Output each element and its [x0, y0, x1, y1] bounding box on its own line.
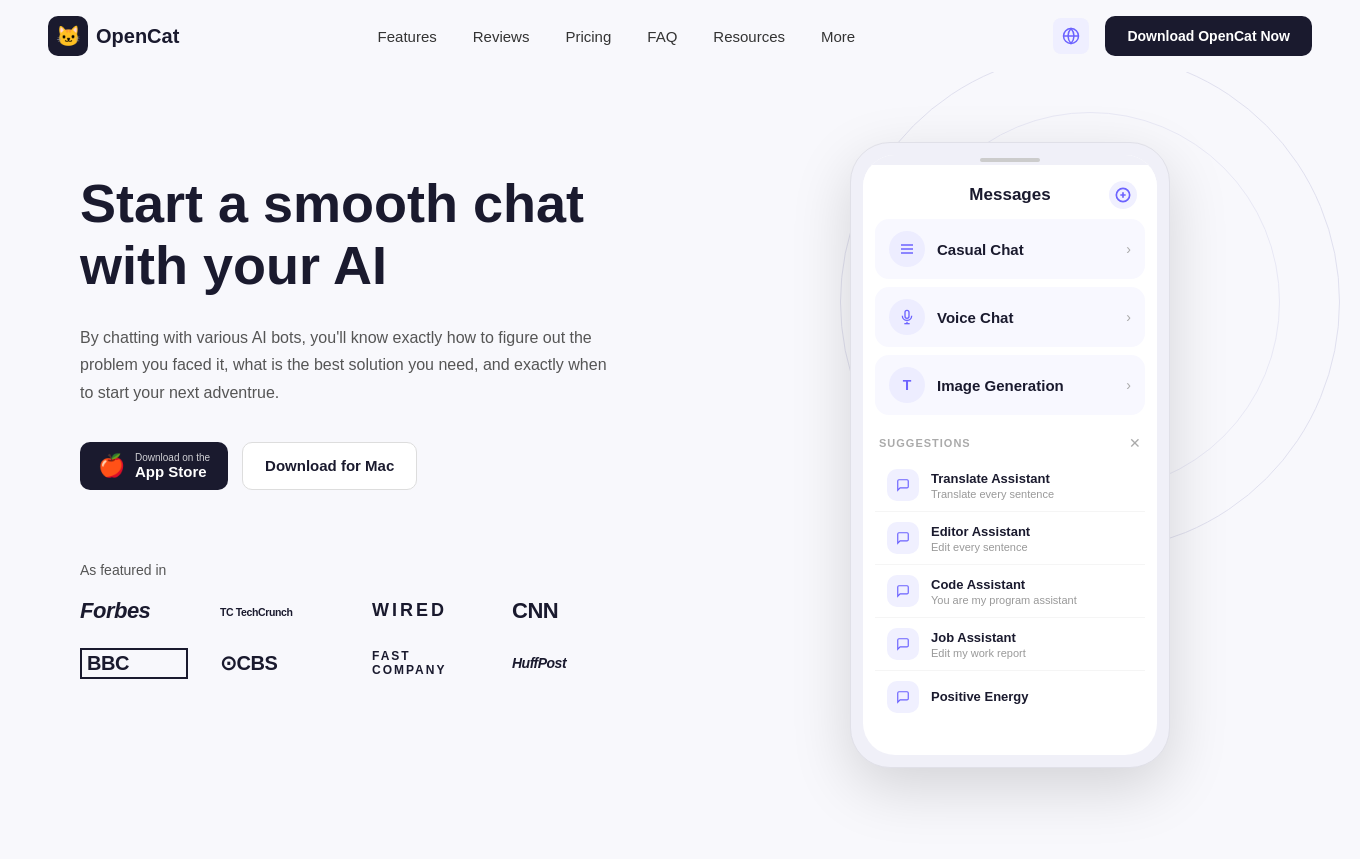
editor-title: Editor Assistant	[931, 524, 1030, 539]
nav-pricing[interactable]: Pricing	[565, 28, 611, 45]
phone-mockup: Messages	[850, 142, 1170, 768]
image-gen-name: Image Generation	[937, 377, 1064, 394]
svg-rect-8	[905, 310, 909, 318]
hero-description: By chatting with various AI bots, you'll…	[80, 324, 620, 406]
navbar: 🐱 OpenCat Features Reviews Pricing FAQ R…	[0, 0, 1360, 72]
positive-title: Positive Energy	[931, 689, 1029, 704]
wired-logo: WIRED	[372, 598, 480, 624]
suggestions-header: SUGGESTIONS ✕	[875, 435, 1145, 451]
nav-right: Download OpenCat Now	[1053, 16, 1312, 56]
suggestion-positive[interactable]: Positive Energy	[875, 671, 1145, 723]
fastcompany-logo: FAST COMPANY	[372, 648, 480, 679]
suggestion-job[interactable]: Job Assistant Edit my work report	[875, 618, 1145, 671]
code-text: Code Assistant You are my program assist…	[931, 577, 1077, 606]
nav-faq[interactable]: FAQ	[647, 28, 677, 45]
editor-desc: Edit every sentence	[931, 541, 1030, 553]
appstore-text: Download on the App Store	[135, 452, 210, 480]
translate-text: Translate Assistant Translate every sent…	[931, 471, 1054, 500]
image-gen-chevron: ›	[1126, 377, 1131, 393]
positive-icon	[887, 681, 919, 713]
featured-label: As featured in	[80, 562, 740, 578]
logo-area[interactable]: 🐱 OpenCat	[48, 16, 179, 56]
left-column: Start a smooth chat with your AI By chat…	[80, 132, 740, 679]
voice-chat-left: Voice Chat	[889, 299, 1013, 335]
image-gen-icon: T	[889, 367, 925, 403]
nav-features[interactable]: Features	[378, 28, 437, 45]
job-icon	[887, 628, 919, 660]
logo-icon: 🐱	[48, 16, 88, 56]
hero-title: Start a smooth chat with your AI	[80, 172, 640, 296]
casual-chat-icon	[889, 231, 925, 267]
appstore-big-text: App Store	[135, 463, 210, 480]
image-gen-item[interactable]: T Image Generation ›	[875, 355, 1145, 415]
phone-screen: Messages	[863, 155, 1157, 755]
suggestion-editor[interactable]: Editor Assistant Edit every sentence	[875, 512, 1145, 565]
huffpost-logo: HuffPost	[512, 648, 620, 679]
phone-notch	[863, 155, 1157, 165]
phone-header: Messages	[863, 167, 1157, 219]
job-desc: Edit my work report	[931, 647, 1026, 659]
translate-icon	[887, 469, 919, 501]
translate-title: Translate Assistant	[931, 471, 1054, 486]
casual-chat-item[interactable]: Casual Chat ›	[875, 219, 1145, 279]
chat-list: Casual Chat ›	[863, 219, 1157, 415]
nav-resources[interactable]: Resources	[713, 28, 785, 45]
right-column: Messages	[740, 132, 1280, 768]
main-content: Start a smooth chat with your AI By chat…	[0, 72, 1360, 859]
voice-chat-item[interactable]: Voice Chat ›	[875, 287, 1145, 347]
suggestion-translate[interactable]: Translate Assistant Translate every sent…	[875, 459, 1145, 512]
brand-logos: Forbes TC TechCrunch WIRED CNN BBC ⊙CBS …	[80, 598, 620, 679]
nav-more[interactable]: More	[821, 28, 855, 45]
mac-download-button[interactable]: Download for Mac	[242, 442, 417, 490]
code-desc: You are my program assistant	[931, 594, 1077, 606]
forbes-logo: Forbes	[80, 598, 188, 624]
image-gen-left: T Image Generation	[889, 367, 1064, 403]
nav-links: Features Reviews Pricing FAQ Resources M…	[378, 28, 856, 45]
suggestion-code[interactable]: Code Assistant You are my program assist…	[875, 565, 1145, 618]
language-icon[interactable]	[1053, 18, 1089, 54]
appstore-small-text: Download on the	[135, 452, 210, 463]
positive-text: Positive Energy	[931, 689, 1029, 706]
casual-chat-name: Casual Chat	[937, 241, 1024, 258]
phone-header-title: Messages	[969, 185, 1050, 205]
cbs-logo: ⊙CBS	[220, 648, 340, 679]
svg-text:TC TechCrunch: TC TechCrunch	[220, 605, 293, 617]
code-icon	[887, 575, 919, 607]
close-suggestions-button[interactable]: ✕	[1129, 435, 1141, 451]
apple-icon: 🍎	[98, 453, 125, 479]
logo-text: OpenCat	[96, 25, 179, 48]
suggestions-label: SUGGESTIONS	[879, 437, 971, 449]
appstore-button[interactable]: 🍎 Download on the App Store	[80, 442, 228, 490]
suggestions-section: SUGGESTIONS ✕ Translate Assistant Transl…	[863, 423, 1157, 723]
add-chat-button[interactable]	[1109, 181, 1137, 209]
casual-chat-chevron: ›	[1126, 241, 1131, 257]
techcrunch-logo: TC TechCrunch	[220, 598, 340, 624]
bbc-logo: BBC	[80, 648, 188, 679]
casual-chat-left: Casual Chat	[889, 231, 1024, 267]
cta-buttons: 🍎 Download on the App Store Download for…	[80, 442, 740, 490]
notch-pill	[980, 158, 1040, 162]
editor-text: Editor Assistant Edit every sentence	[931, 524, 1030, 553]
voice-chat-chevron: ›	[1126, 309, 1131, 325]
job-text: Job Assistant Edit my work report	[931, 630, 1026, 659]
voice-chat-icon	[889, 299, 925, 335]
code-title: Code Assistant	[931, 577, 1077, 592]
nav-reviews[interactable]: Reviews	[473, 28, 530, 45]
cta-button[interactable]: Download OpenCat Now	[1105, 16, 1312, 56]
voice-chat-name: Voice Chat	[937, 309, 1013, 326]
editor-icon	[887, 522, 919, 554]
job-title: Job Assistant	[931, 630, 1026, 645]
cnn-logo: CNN	[512, 598, 620, 624]
phone-frame: Messages	[850, 142, 1170, 768]
translate-desc: Translate every sentence	[931, 488, 1054, 500]
